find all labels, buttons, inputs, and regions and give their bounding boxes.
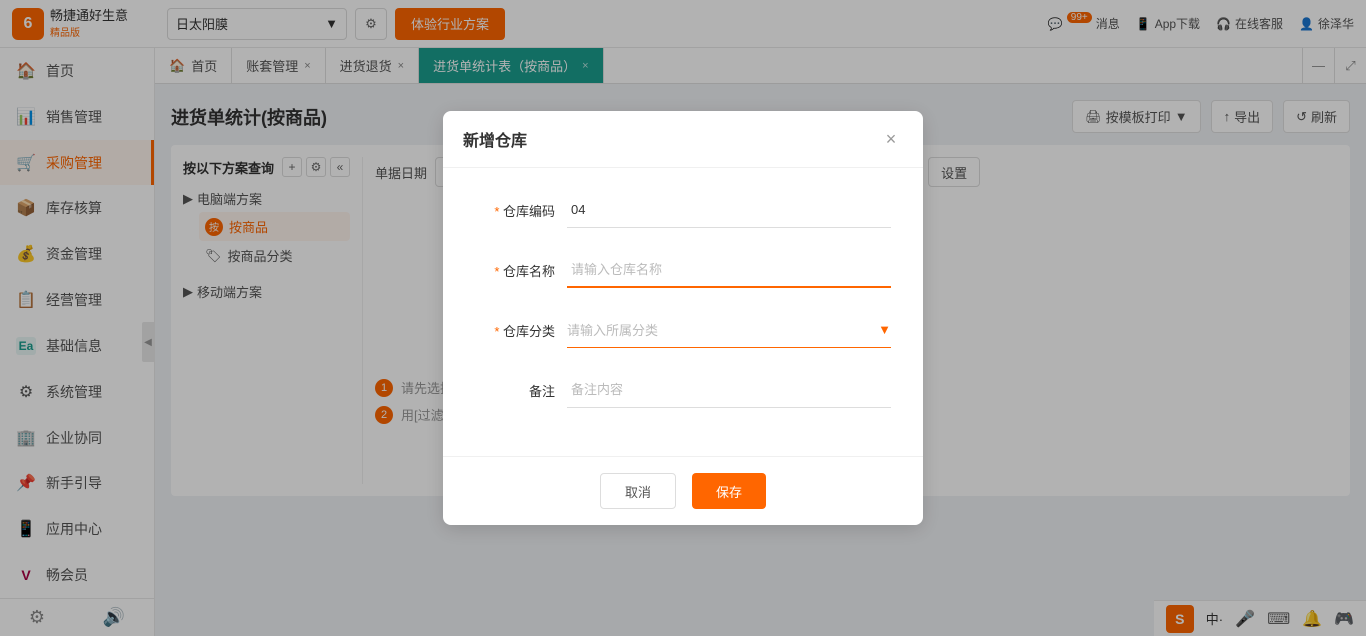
modal-body: 仓库编码 仓库名称 仓库分类 请输入所属分类 ▼ 备注 [443, 168, 923, 456]
modal-title: 新增仓库 [463, 127, 527, 151]
form-row-note: 备注 [475, 372, 891, 408]
modal-footer: 取消 保存 [443, 456, 923, 525]
new-warehouse-modal: 新增仓库 × 仓库编码 仓库名称 仓库分类 请输入所属分类 ▼ 备注 [443, 111, 923, 525]
cancel-button[interactable]: 取消 [600, 473, 676, 509]
modal-overlay: 新增仓库 × 仓库编码 仓库名称 仓库分类 请输入所属分类 ▼ 备注 [0, 0, 1366, 636]
code-input[interactable] [567, 192, 891, 228]
name-label: 仓库名称 [475, 261, 555, 280]
save-button[interactable]: 保存 [692, 473, 766, 509]
category-placeholder: 请输入所属分类 [567, 320, 658, 339]
form-row-category: 仓库分类 请输入所属分类 ▼ [475, 312, 891, 348]
name-input[interactable] [567, 252, 891, 288]
form-row-code: 仓库编码 [475, 192, 891, 228]
note-input[interactable] [567, 372, 891, 408]
modal-close-button[interactable]: × [879, 127, 903, 151]
modal-header: 新增仓库 × [443, 111, 923, 168]
code-label: 仓库编码 [475, 201, 555, 220]
form-row-name: 仓库名称 [475, 252, 891, 288]
category-dropdown-icon: ▼ [878, 322, 891, 337]
category-select[interactable]: 请输入所属分类 ▼ [567, 312, 891, 348]
note-label: 备注 [475, 381, 555, 400]
category-label: 仓库分类 [475, 321, 555, 340]
